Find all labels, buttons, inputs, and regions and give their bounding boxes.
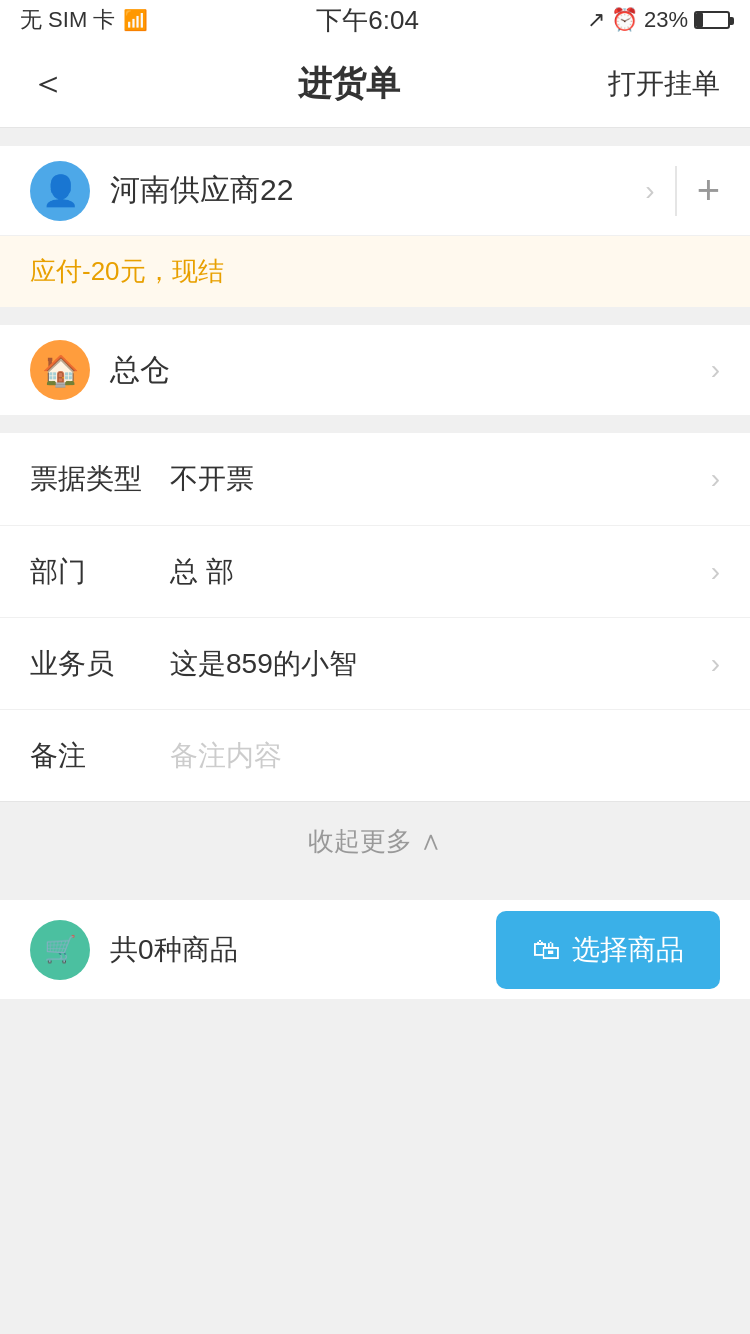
ticket-type-value: 不开票 — [170, 460, 711, 498]
background-fill — [0, 999, 750, 1299]
collapse-button[interactable]: 收起更多 ∧ — [0, 801, 750, 881]
warehouse-icon-wrap: 🏠 — [30, 340, 90, 400]
collapse-label: 收起更多 ∧ — [308, 824, 441, 859]
wifi-icon: 📶 — [123, 8, 148, 32]
remark-input[interactable]: 备注内容 — [170, 737, 720, 775]
alarm-icon: ⏰ — [611, 7, 638, 33]
supplier-name: 河南供应商22 — [110, 170, 645, 211]
status-left: 无 SIM 卡 📶 — [20, 5, 148, 35]
department-value: 总 部 — [170, 553, 711, 591]
carrier-label: 无 SIM 卡 — [20, 5, 115, 35]
form-card: 票据类型 不开票 › 部门 总 部 › 业务员 这是859的小智 › 备注 备注… — [0, 433, 750, 881]
open-pending-button[interactable]: 打开挂单 — [608, 65, 720, 103]
product-icon-wrap: 🛒 — [30, 920, 90, 980]
salesperson-value: 这是859的小智 — [170, 645, 711, 683]
supplier-actions: › — [645, 175, 654, 207]
product-count-label: 共0种商品 — [110, 931, 496, 969]
section-gap-1 — [0, 128, 750, 146]
product-bar: 🛒 共0种商品 🛍 选择商品 — [0, 899, 750, 999]
status-right: ↗ ⏰ 23% — [587, 7, 730, 33]
product-icon: 🛒 — [44, 934, 76, 965]
warehouse-label: 总仓 — [110, 350, 711, 391]
back-button[interactable]: ＜ — [30, 59, 90, 108]
department-chevron-icon: › — [711, 556, 720, 588]
warehouse-row[interactable]: 🏠 总仓 › — [0, 325, 750, 415]
supplier-chevron-icon: › — [645, 175, 654, 207]
salesperson-chevron-icon: › — [711, 648, 720, 680]
supplier-card: 👤 河南供应商22 › + 应付-20元，现结 — [0, 146, 750, 307]
nav-bar: ＜ 进货单 打开挂单 — [0, 40, 750, 128]
status-bar: 无 SIM 卡 📶 下午6:04 ↗ ⏰ 23% — [0, 0, 750, 40]
salesperson-row[interactable]: 业务员 这是859的小智 › — [0, 617, 750, 709]
section-gap-2 — [0, 307, 750, 325]
select-product-icon: 🛍 — [532, 933, 560, 966]
select-product-label: 选择商品 — [572, 931, 684, 969]
salesperson-label: 业务员 — [30, 645, 170, 683]
page-title: 进货单 — [298, 61, 400, 107]
department-label: 部门 — [30, 553, 170, 591]
ticket-type-chevron-icon: › — [711, 463, 720, 495]
add-supplier-button[interactable]: + — [697, 168, 720, 213]
battery-percent: 23% — [644, 7, 688, 33]
notice-banner: 应付-20元，现结 — [0, 236, 750, 307]
status-time: 下午6:04 — [316, 3, 419, 38]
battery-icon — [694, 11, 730, 29]
notice-text: 应付-20元，现结 — [30, 256, 224, 286]
warehouse-card: 🏠 总仓 › — [0, 325, 750, 415]
warehouse-chevron-icon: › — [711, 354, 720, 386]
section-gap-3 — [0, 415, 750, 433]
remark-label: 备注 — [30, 737, 170, 775]
location-icon: ↗ — [587, 7, 605, 33]
remark-row[interactable]: 备注 备注内容 — [0, 709, 750, 801]
department-row[interactable]: 部门 总 部 › — [0, 525, 750, 617]
divider-vertical — [675, 166, 677, 216]
ticket-type-label: 票据类型 — [30, 460, 170, 498]
ticket-type-row[interactable]: 票据类型 不开票 › — [0, 433, 750, 525]
warehouse-icon: 🏠 — [42, 353, 79, 388]
select-product-button[interactable]: 🛍 选择商品 — [496, 911, 720, 989]
avatar-icon: 👤 — [42, 173, 79, 208]
section-gap-4 — [0, 881, 750, 899]
avatar: 👤 — [30, 161, 90, 221]
supplier-row[interactable]: 👤 河南供应商22 › + — [0, 146, 750, 236]
